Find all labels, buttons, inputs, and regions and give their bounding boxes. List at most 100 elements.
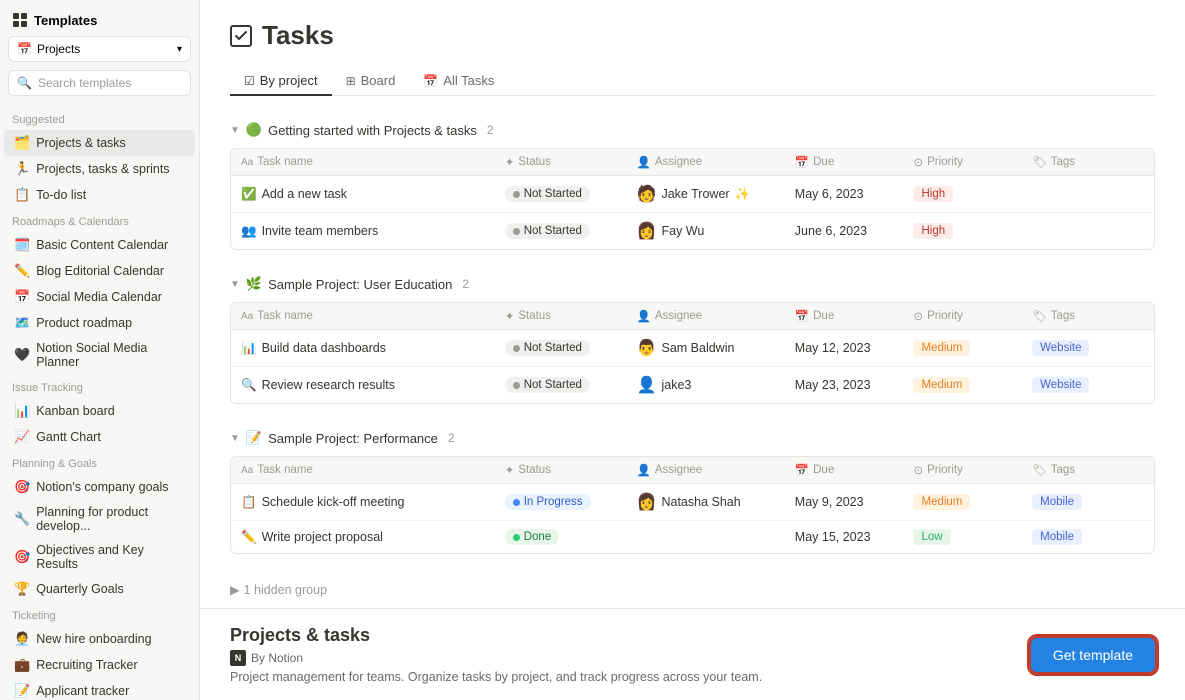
sidebar-item-quarterly[interactable]: 🏆 Quarterly Goals [4, 576, 195, 602]
group-name: Getting started with Projects & tasks [268, 123, 477, 138]
calendar-icon: 📅 [17, 42, 32, 56]
sidebar-item-blog-editorial[interactable]: ✏️ Blog Editorial Calendar [4, 258, 195, 284]
cell-assignee [627, 521, 785, 553]
emoji-icon: 💼 [14, 657, 30, 673]
assignee-name: jake3 [661, 378, 691, 392]
hidden-group[interactable]: ▶ 1 hidden group [230, 574, 1155, 605]
cell-status: Not Started [495, 330, 627, 366]
sidebar: Templates 📅 Projects ▾ 🔍 Search template… [0, 0, 200, 700]
table-row[interactable]: 👥 Invite team members Not Started 👩 Fay … [231, 213, 1154, 249]
sidebar-item-product-dev[interactable]: 🔧 Planning for product develop... [4, 500, 195, 538]
sidebar-item-projects-sprints[interactable]: 🏃 Projects, tasks & sprints [4, 156, 195, 182]
cell-status: Done [495, 521, 627, 553]
status-badge: Not Started [505, 340, 590, 356]
sidebar-item-basic-content[interactable]: 🗓️ Basic Content Calendar [4, 232, 195, 258]
calendar-col-icon: 📅 [795, 309, 809, 323]
emoji-icon: 🏆 [14, 581, 30, 597]
table-row[interactable]: 📋 Schedule kick-off meeting In Progress … [231, 484, 1154, 521]
tab-board[interactable]: ⊞ Board [332, 67, 410, 96]
tab-by-project[interactable]: ☑ By project [230, 67, 332, 96]
sparkle-icon: ✨ [735, 187, 751, 202]
tab-all-tasks[interactable]: 📅 All Tasks [409, 67, 508, 96]
sidebar-item-label: Notion Social Media Planner [36, 341, 185, 369]
row-emoji: ✅ [241, 187, 257, 202]
cell-task-name: 📊 Build data dashboards [231, 330, 495, 366]
sidebar-item-todo[interactable]: 📋 To-do list [4, 182, 195, 208]
sidebar-item-recruiting[interactable]: 💼 Recruiting Tracker [4, 652, 195, 678]
task-name-text: Invite team members [262, 224, 379, 238]
sidebar-item-company-goals[interactable]: 🎯 Notion's company goals [4, 474, 195, 500]
sidebar-item-kanban[interactable]: 📊 Kanban board [4, 398, 195, 424]
sidebar-item-gantt[interactable]: 📈 Gantt Chart [4, 424, 195, 450]
sidebar-item-product-roadmap[interactable]: 🗺️ Product roadmap [4, 310, 195, 336]
cell-due: May 6, 2023 [785, 176, 904, 212]
assignee-name: Jake Trower [661, 187, 729, 201]
hidden-group-text: 1 hidden group [244, 583, 327, 597]
chevron-down-icon: ▾ [177, 44, 182, 55]
cell-assignee: 👤 jake3 [627, 367, 785, 403]
row-emoji: 🔍 [241, 378, 257, 393]
task-table-getting-started: Aa Task name ✦ Status 👤 Assignee 📅 Due [230, 148, 1155, 250]
assignee-name: Fay Wu [661, 224, 704, 238]
group-performance: ▼ 📝 Sample Project: Performance 2 Aa Tas… [230, 424, 1155, 554]
status-dot [513, 499, 520, 506]
sidebar-item-label: To-do list [36, 188, 86, 202]
footer-by: N By Notion [230, 650, 762, 666]
due-date: May 23, 2023 [795, 378, 871, 392]
assignee-cell: 👤 jake3 [637, 375, 692, 395]
sidebar-item-social-media[interactable]: 📅 Social Media Calendar [4, 284, 195, 310]
section-label-issue: Issue Tracking [0, 374, 199, 398]
sidebar-item-label: Recruiting Tracker [36, 658, 137, 672]
grid-icon: ⊞ [346, 74, 356, 88]
tab-label: By project [260, 73, 318, 88]
group-header: ▼ 🌿 Sample Project: User Education 2 [230, 270, 1155, 298]
emoji-icon: 🧑‍💼 [14, 631, 30, 647]
table-row[interactable]: 📊 Build data dashboards Not Started 👨 Sa… [231, 330, 1154, 367]
cell-status: Not Started [495, 213, 627, 249]
check-icon: ☑ [244, 74, 255, 88]
sidebar-item-okr[interactable]: 🎯 Objectives and Key Results [4, 538, 195, 576]
sidebar-item-notion-social[interactable]: 🖤 Notion Social Media Planner [4, 336, 195, 374]
avatar: 👨 [637, 338, 657, 358]
sidebar-item-label: Blog Editorial Calendar [36, 264, 164, 278]
priority-badge: Medium [913, 377, 970, 393]
page-title-row: Tasks [230, 20, 1155, 51]
toggle-icon[interactable]: ▼ [230, 125, 240, 136]
footer-description: Project management for teams. Organize t… [230, 670, 762, 684]
aa-icon: Aa [241, 465, 253, 476]
aa-icon: Aa [241, 311, 253, 322]
due-date: May 6, 2023 [795, 187, 864, 201]
sidebar-item-applicant[interactable]: 📝 Applicant tracker [4, 678, 195, 700]
table-row[interactable]: ✏️ Write project proposal Done May 15, 2… [231, 521, 1154, 553]
toggle-icon[interactable]: ▼ [230, 433, 240, 444]
task-name-text: Add a new task [262, 187, 347, 201]
assignee-cell: 🧑 Jake Trower ✨ [637, 184, 751, 204]
group-name: Sample Project: User Education [268, 277, 452, 292]
table-header: Aa Task name ✦ Status 👤 Assignee 📅 Due [231, 303, 1154, 330]
get-template-button[interactable]: Get template [1031, 638, 1155, 672]
tasks-icon [230, 25, 252, 47]
col-status: ✦ Status [495, 149, 627, 175]
cell-status: Not Started [495, 176, 627, 212]
sidebar-item-label: Product roadmap [36, 316, 132, 330]
avatar: 👩 [637, 492, 657, 512]
sidebar-item-label: New hire onboarding [36, 632, 151, 646]
cell-priority: Medium [903, 367, 1022, 403]
table-row[interactable]: 🔍 Review research results Not Started 👤 … [231, 367, 1154, 403]
cell-priority: Low [903, 521, 1022, 553]
due-date: May 15, 2023 [795, 530, 871, 544]
sidebar-title: Templates [34, 13, 97, 28]
sidebar-item-onboarding[interactable]: 🧑‍💼 New hire onboarding [4, 626, 195, 652]
toggle-icon[interactable]: ▼ [230, 279, 240, 290]
dropdown-label: Projects [37, 42, 80, 56]
table-row[interactable]: ✅ Add a new task Not Started 🧑 Jake Trow… [231, 176, 1154, 213]
priority-badge: High [913, 186, 953, 202]
projects-dropdown[interactable]: 📅 Projects ▾ [8, 36, 191, 62]
search-box[interactable]: 🔍 Search templates [8, 70, 191, 96]
task-name-text: Schedule kick-off meeting [262, 495, 405, 509]
emoji-icon: 🎯 [14, 549, 30, 565]
sidebar-item-projects-tasks[interactable]: 🗂️ Projects & tasks [4, 130, 195, 156]
sidebar-item-label: Projects, tasks & sprints [36, 162, 169, 176]
view-tabs: ☑ By project ⊞ Board 📅 All Tasks [230, 67, 1155, 96]
status-badge: In Progress [505, 494, 591, 510]
